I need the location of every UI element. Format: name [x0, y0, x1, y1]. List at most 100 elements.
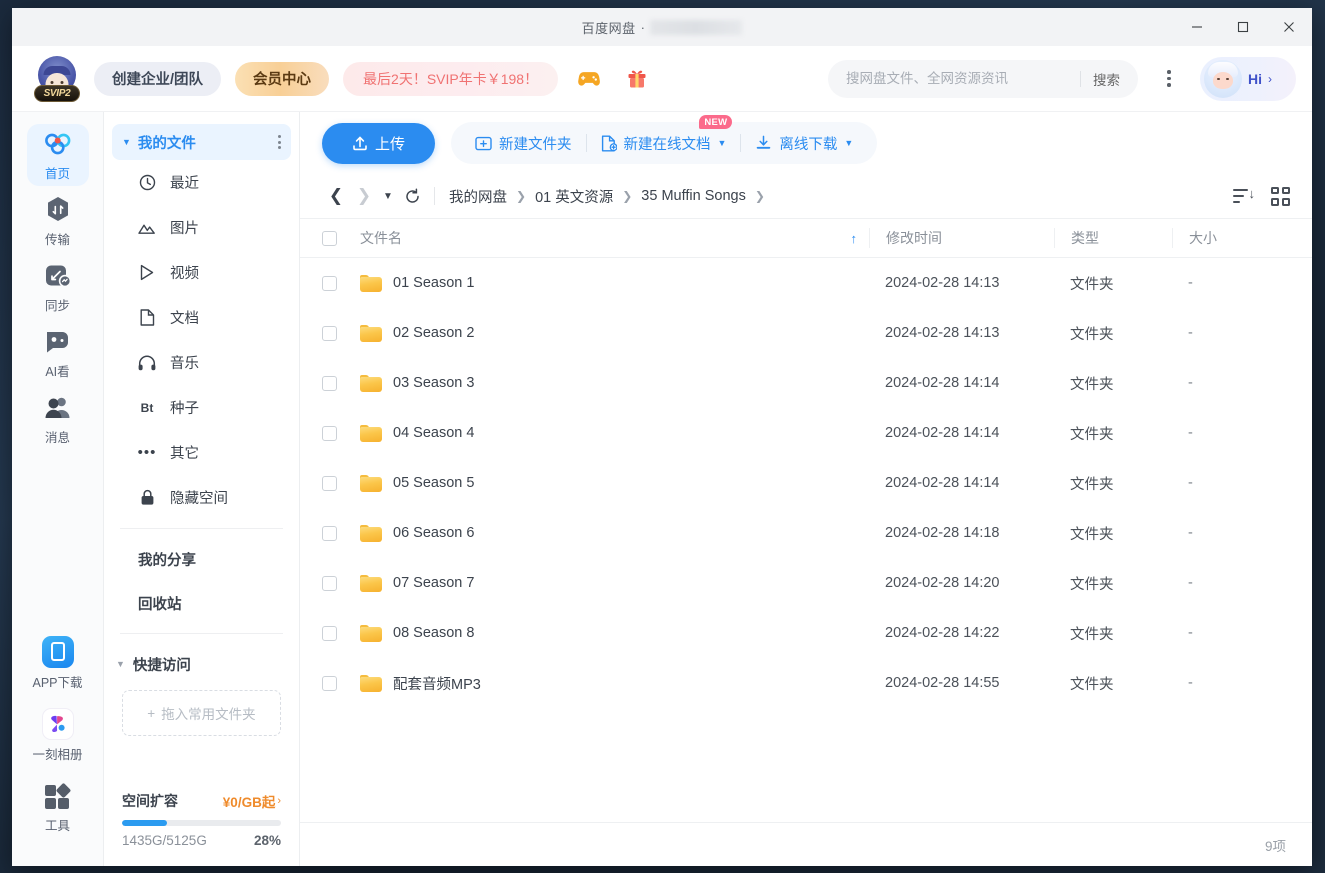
column-header-size[interactable]: 大小: [1172, 228, 1290, 248]
sync-icon: [43, 261, 73, 291]
cell-name[interactable]: 04 Season 4: [322, 425, 869, 442]
column-header-modified[interactable]: 修改时间: [869, 228, 1054, 248]
sidebar-item-app-download[interactable]: APP下载: [27, 632, 89, 694]
quota-buy-link[interactable]: ¥0/GB起: [223, 791, 276, 811]
window-title-redacted: [650, 20, 742, 35]
table-row[interactable]: 07 Season 72024-02-28 14:20文件夹-: [300, 558, 1312, 608]
new-folder-button[interactable]: 新建文件夹: [461, 122, 586, 164]
tree-item-music[interactable]: 音乐: [104, 340, 299, 385]
row-checkbox[interactable]: [322, 376, 337, 391]
row-checkbox[interactable]: [322, 426, 337, 441]
gift-icon[interactable]: [620, 62, 654, 96]
message-users-icon: [43, 393, 73, 423]
cell-name[interactable]: 06 Season 6: [322, 525, 869, 542]
file-name-label: 05 Season 5: [393, 475, 474, 491]
breadcrumb-item-0[interactable]: 我的网盘: [449, 186, 507, 207]
table-row[interactable]: 03 Season 32024-02-28 14:14文件夹-: [300, 358, 1312, 408]
sidebar-item-tools[interactable]: 工具: [27, 776, 89, 838]
create-team-button[interactable]: 创建企业/团队: [94, 62, 221, 96]
cell-name[interactable]: 03 Season 3: [322, 375, 869, 392]
column-header-name[interactable]: 文件名 ↑: [322, 228, 869, 248]
tree-item-my-shares[interactable]: 我的分享: [104, 537, 299, 581]
sidebar-item-album[interactable]: 一刻相册: [27, 704, 89, 766]
forward-button[interactable]: ❯: [350, 182, 378, 210]
sort-indicator-icon[interactable]: ↑: [851, 231, 870, 246]
cell-name[interactable]: 05 Season 5: [322, 475, 869, 492]
refresh-button[interactable]: [398, 182, 426, 210]
document-icon: [138, 309, 156, 327]
sidebar-item-ai-view[interactable]: AI看: [27, 322, 89, 384]
cell-modified: 2024-02-28 14:18: [869, 525, 1054, 541]
cell-name[interactable]: 配套音频MP3: [322, 673, 869, 694]
game-controller-icon[interactable]: [572, 62, 606, 96]
account-button[interactable]: Hi ›: [1200, 57, 1296, 101]
row-checkbox[interactable]: [322, 326, 337, 341]
tree-item-images[interactable]: 图片: [104, 205, 299, 250]
offline-download-button[interactable]: 离线下载 ▼: [741, 122, 867, 164]
sidebar-item-home[interactable]: 首页: [27, 124, 89, 186]
row-checkbox[interactable]: [322, 576, 337, 591]
cell-name[interactable]: 07 Season 7: [322, 575, 869, 592]
search-button[interactable]: 搜索: [1093, 69, 1132, 89]
column-header-type[interactable]: 类型: [1054, 228, 1172, 248]
history-dropdown-button[interactable]: ▼: [378, 182, 398, 210]
row-checkbox[interactable]: [322, 626, 337, 641]
chevron-down-icon-doc[interactable]: ▼: [718, 138, 727, 148]
upload-button[interactable]: 上传: [322, 123, 435, 164]
cell-name[interactable]: 02 Season 2: [322, 325, 869, 342]
breadcrumb-item-2[interactable]: 35 Muffin Songs: [641, 188, 746, 204]
more-vertical-icon[interactable]: [1152, 62, 1186, 96]
tree-item-documents[interactable]: 文档: [104, 295, 299, 340]
chevron-down-icon[interactable]: ▼: [122, 137, 131, 147]
tree-item-videos[interactable]: 视频: [104, 250, 299, 295]
promo-banner[interactable]: 最后2天！SVIP年卡￥198！: [343, 62, 558, 96]
tree-item-torrent[interactable]: Bt 种子: [104, 385, 299, 430]
maximize-button[interactable]: [1220, 8, 1266, 46]
tree-item-hidden-space[interactable]: 隐藏空间: [104, 475, 299, 520]
search-input[interactable]: [846, 71, 1076, 86]
tree-item-recent[interactable]: 最近: [104, 160, 299, 205]
sidebar-item-transfer[interactable]: 传输: [27, 190, 89, 252]
clock-icon: [138, 174, 156, 192]
cell-name[interactable]: 08 Season 8: [322, 625, 869, 642]
quota-progress-fill: [122, 820, 167, 826]
table-row[interactable]: 02 Season 22024-02-28 14:13文件夹-: [300, 308, 1312, 358]
chevron-right-icon-quota: ›: [277, 795, 281, 807]
row-checkbox[interactable]: [322, 676, 337, 691]
main-content: 上传 新建文件夹 NEW: [300, 112, 1312, 866]
file-name-label: 03 Season 3: [393, 375, 474, 391]
tree-more-icon[interactable]: [278, 135, 281, 149]
new-online-doc-button[interactable]: NEW 新建在线文档 ▼: [587, 122, 741, 164]
table-row[interactable]: 配套音频MP32024-02-28 14:55文件夹-: [300, 658, 1312, 708]
sidebar-item-messages[interactable]: 消息: [27, 388, 89, 450]
file-name-label: 04 Season 4: [393, 425, 474, 441]
row-checkbox[interactable]: [322, 276, 337, 291]
vip-center-button[interactable]: 会员中心: [235, 62, 329, 96]
chevron-down-icon-quick[interactable]: ▼: [116, 659, 125, 669]
breadcrumb-item-1[interactable]: 01 英文资源: [535, 186, 613, 207]
back-button[interactable]: ❮: [322, 182, 350, 210]
folder-plus-icon: [475, 135, 492, 151]
minimize-button[interactable]: [1174, 8, 1220, 46]
table-row[interactable]: 06 Season 62024-02-28 14:18文件夹-: [300, 508, 1312, 558]
row-checkbox[interactable]: [322, 526, 337, 541]
row-checkbox[interactable]: [322, 476, 337, 491]
table-row[interactable]: 05 Season 52024-02-28 14:14文件夹-: [300, 458, 1312, 508]
user-logo[interactable]: SVIP2: [34, 56, 80, 102]
grid-view-icon[interactable]: [1271, 187, 1290, 206]
tree-item-other[interactable]: ••• 其它: [104, 430, 299, 475]
cell-name[interactable]: 01 Season 1: [322, 275, 869, 292]
select-all-checkbox[interactable]: [322, 231, 337, 246]
tree-item-recycle-bin[interactable]: 回收站: [104, 581, 299, 625]
table-row[interactable]: 01 Season 12024-02-28 14:13文件夹-: [300, 258, 1312, 308]
search-box[interactable]: 搜索: [828, 60, 1138, 98]
tree-item-my-files[interactable]: ▼ 我的文件: [112, 124, 291, 160]
quick-access-dropzone[interactable]: + 拖入常用文件夹: [122, 690, 281, 736]
sort-descending-icon[interactable]: ↓: [1233, 186, 1255, 206]
tree-item-quick-access[interactable]: ▼ 快捷访问: [104, 646, 299, 682]
table-row[interactable]: 04 Season 42024-02-28 14:14文件夹-: [300, 408, 1312, 458]
sidebar-item-sync[interactable]: 同步: [27, 256, 89, 318]
chevron-down-icon-offline[interactable]: ▼: [844, 138, 853, 148]
table-row[interactable]: 08 Season 82024-02-28 14:22文件夹-: [300, 608, 1312, 658]
close-button[interactable]: [1266, 8, 1312, 46]
